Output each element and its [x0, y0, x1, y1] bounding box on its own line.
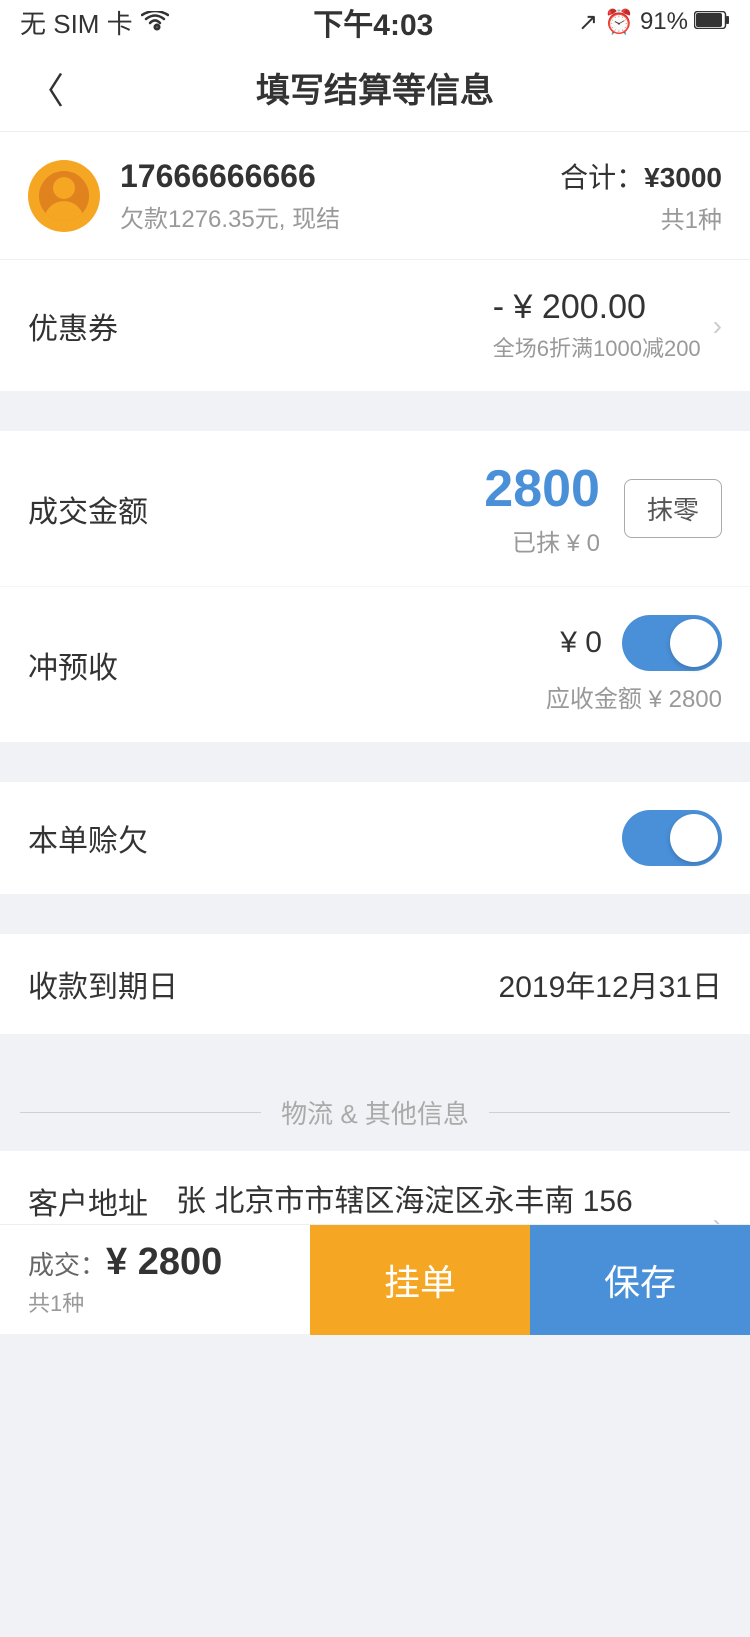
separator-5 — [0, 1317, 750, 1517]
logistics-line-left — [20, 1112, 261, 1113]
coupon-right: - ¥ 200.00 全场6折满1000减200 › — [493, 288, 722, 363]
total-label-value: 合计：¥3000 — [560, 156, 722, 196]
battery-label: 91% — [640, 8, 688, 36]
toggle-knob — [670, 619, 718, 667]
nav-bar: 〈 填写结算等信息 — [0, 44, 750, 132]
save-button[interactable]: 保存 — [530, 1225, 750, 1335]
address-label: 客户地址 — [28, 1179, 148, 1223]
bottom-info: 成交：¥ 2800 共1种 — [0, 1241, 310, 1318]
deal-amount-number: 2800 — [484, 459, 600, 519]
total-count: 共1种 — [560, 200, 722, 235]
customer-left: 17666666666 欠款1276.35元, 现结 — [28, 158, 340, 234]
status-time: 下午4:03 — [313, 0, 433, 44]
avatar — [28, 160, 100, 232]
debt-toggle-knob — [670, 814, 718, 862]
coupon-amount: - ¥ 200.00 — [493, 288, 701, 327]
debt-label: 本单赊欠 — [28, 816, 148, 860]
due-date-row: 收款到期日 2019年12月31日 — [0, 934, 750, 1034]
logistics-divider: 物流 & 其他信息 — [0, 1074, 750, 1151]
coupon-chevron-icon: › — [713, 310, 722, 342]
deal-amount-card: 成交金额 2800 已抹 ¥ 0 抹零 冲预收 ¥ 0 应收金额 ¥ 2800 — [0, 431, 750, 742]
debt-card: 本单赊欠 — [0, 782, 750, 894]
status-bar: 无 SIM 卡 下午4:03 ↗ ⏰ 91% — [0, 0, 750, 44]
prepay-toggle[interactable] — [622, 615, 722, 671]
avatar-icon — [39, 171, 89, 221]
hang-button[interactable]: 挂单 — [310, 1225, 530, 1335]
due-date-value: 2019年12月31日 — [499, 962, 722, 1006]
location-icon: ↗ — [578, 8, 598, 37]
customer-card: 17666666666 欠款1276.35元, 现结 合计：¥3000 共1种 … — [0, 132, 750, 391]
coupon-desc: 全场6折满1000减200 — [493, 331, 701, 363]
bottom-deal-label: 成交： — [28, 1250, 106, 1280]
deal-amount-val: 2800 已抹 ¥ 0 — [484, 459, 600, 558]
coupon-row[interactable]: 优惠券 - ¥ 200.00 全场6折满1000减200 › — [0, 259, 750, 391]
page-title: 填写结算等信息 — [256, 63, 494, 112]
coupon-label: 优惠券 — [28, 304, 118, 348]
bottom-bar: 成交：¥ 2800 共1种 挂单 保存 — [0, 1224, 750, 1334]
logistics-text: 物流 & 其他信息 — [281, 1094, 469, 1131]
customer-right: 合计：¥3000 共1种 — [560, 156, 722, 235]
bottom-count: 共1种 — [28, 1286, 282, 1318]
debt-row: 本单赊欠 — [0, 782, 750, 894]
customer-info: 17666666666 欠款1276.35元, 现结 — [120, 158, 340, 234]
deal-amount-row: 成交金额 2800 已抹 ¥ 0 抹零 — [0, 431, 750, 587]
total-value: ¥3000 — [644, 162, 722, 193]
separator-4 — [0, 1054, 750, 1074]
wifi-icon — [141, 7, 169, 38]
bottom-deal-row: 成交：¥ 2800 — [28, 1241, 282, 1284]
no-sim-label: 无 SIM 卡 — [20, 4, 133, 41]
separator-3 — [0, 914, 750, 934]
debt-toggle[interactable] — [622, 810, 722, 866]
bottom-amount: ¥ 2800 — [106, 1241, 222, 1283]
prepay-row-inner: ¥ 0 — [560, 615, 722, 671]
due-date-card: 收款到期日 2019年12月31日 — [0, 934, 750, 1034]
alarm-icon: ⏰ — [604, 8, 634, 37]
deal-amount-label: 成交金额 — [28, 487, 148, 531]
due-date-label: 收款到期日 — [28, 962, 178, 1006]
customer-row: 17666666666 欠款1276.35元, 现结 合计：¥3000 共1种 — [0, 132, 750, 259]
customer-debt: 欠款1276.35元, 现结 — [120, 199, 340, 234]
prepay-right: ¥ 0 应收金额 ¥ 2800 — [546, 615, 722, 714]
prepay-row: 冲预收 ¥ 0 应收金额 ¥ 2800 — [0, 587, 750, 742]
prepay-label: 冲预收 — [28, 643, 118, 687]
round-zero-button[interactable]: 抹零 — [624, 479, 722, 538]
back-button[interactable]: 〈 — [28, 62, 64, 114]
deal-amount-sub: 已抹 ¥ 0 — [484, 523, 600, 558]
prepay-sub: 应收金额 ¥ 2800 — [546, 679, 722, 714]
separator-2 — [0, 762, 750, 782]
separator-1 — [0, 411, 750, 431]
prepay-amount: ¥ 0 — [560, 626, 602, 660]
battery-icon — [694, 8, 730, 36]
status-right: ↗ ⏰ 91% — [578, 8, 730, 37]
customer-phone: 17666666666 — [120, 158, 340, 195]
total-label: 合计： — [560, 162, 644, 193]
status-left: 无 SIM 卡 — [20, 4, 169, 41]
deal-amount-right: 2800 已抹 ¥ 0 抹零 — [484, 459, 722, 558]
content: 17666666666 欠款1276.35元, 现结 合计：¥3000 共1种 … — [0, 132, 750, 1637]
logistics-line-right — [489, 1112, 730, 1113]
